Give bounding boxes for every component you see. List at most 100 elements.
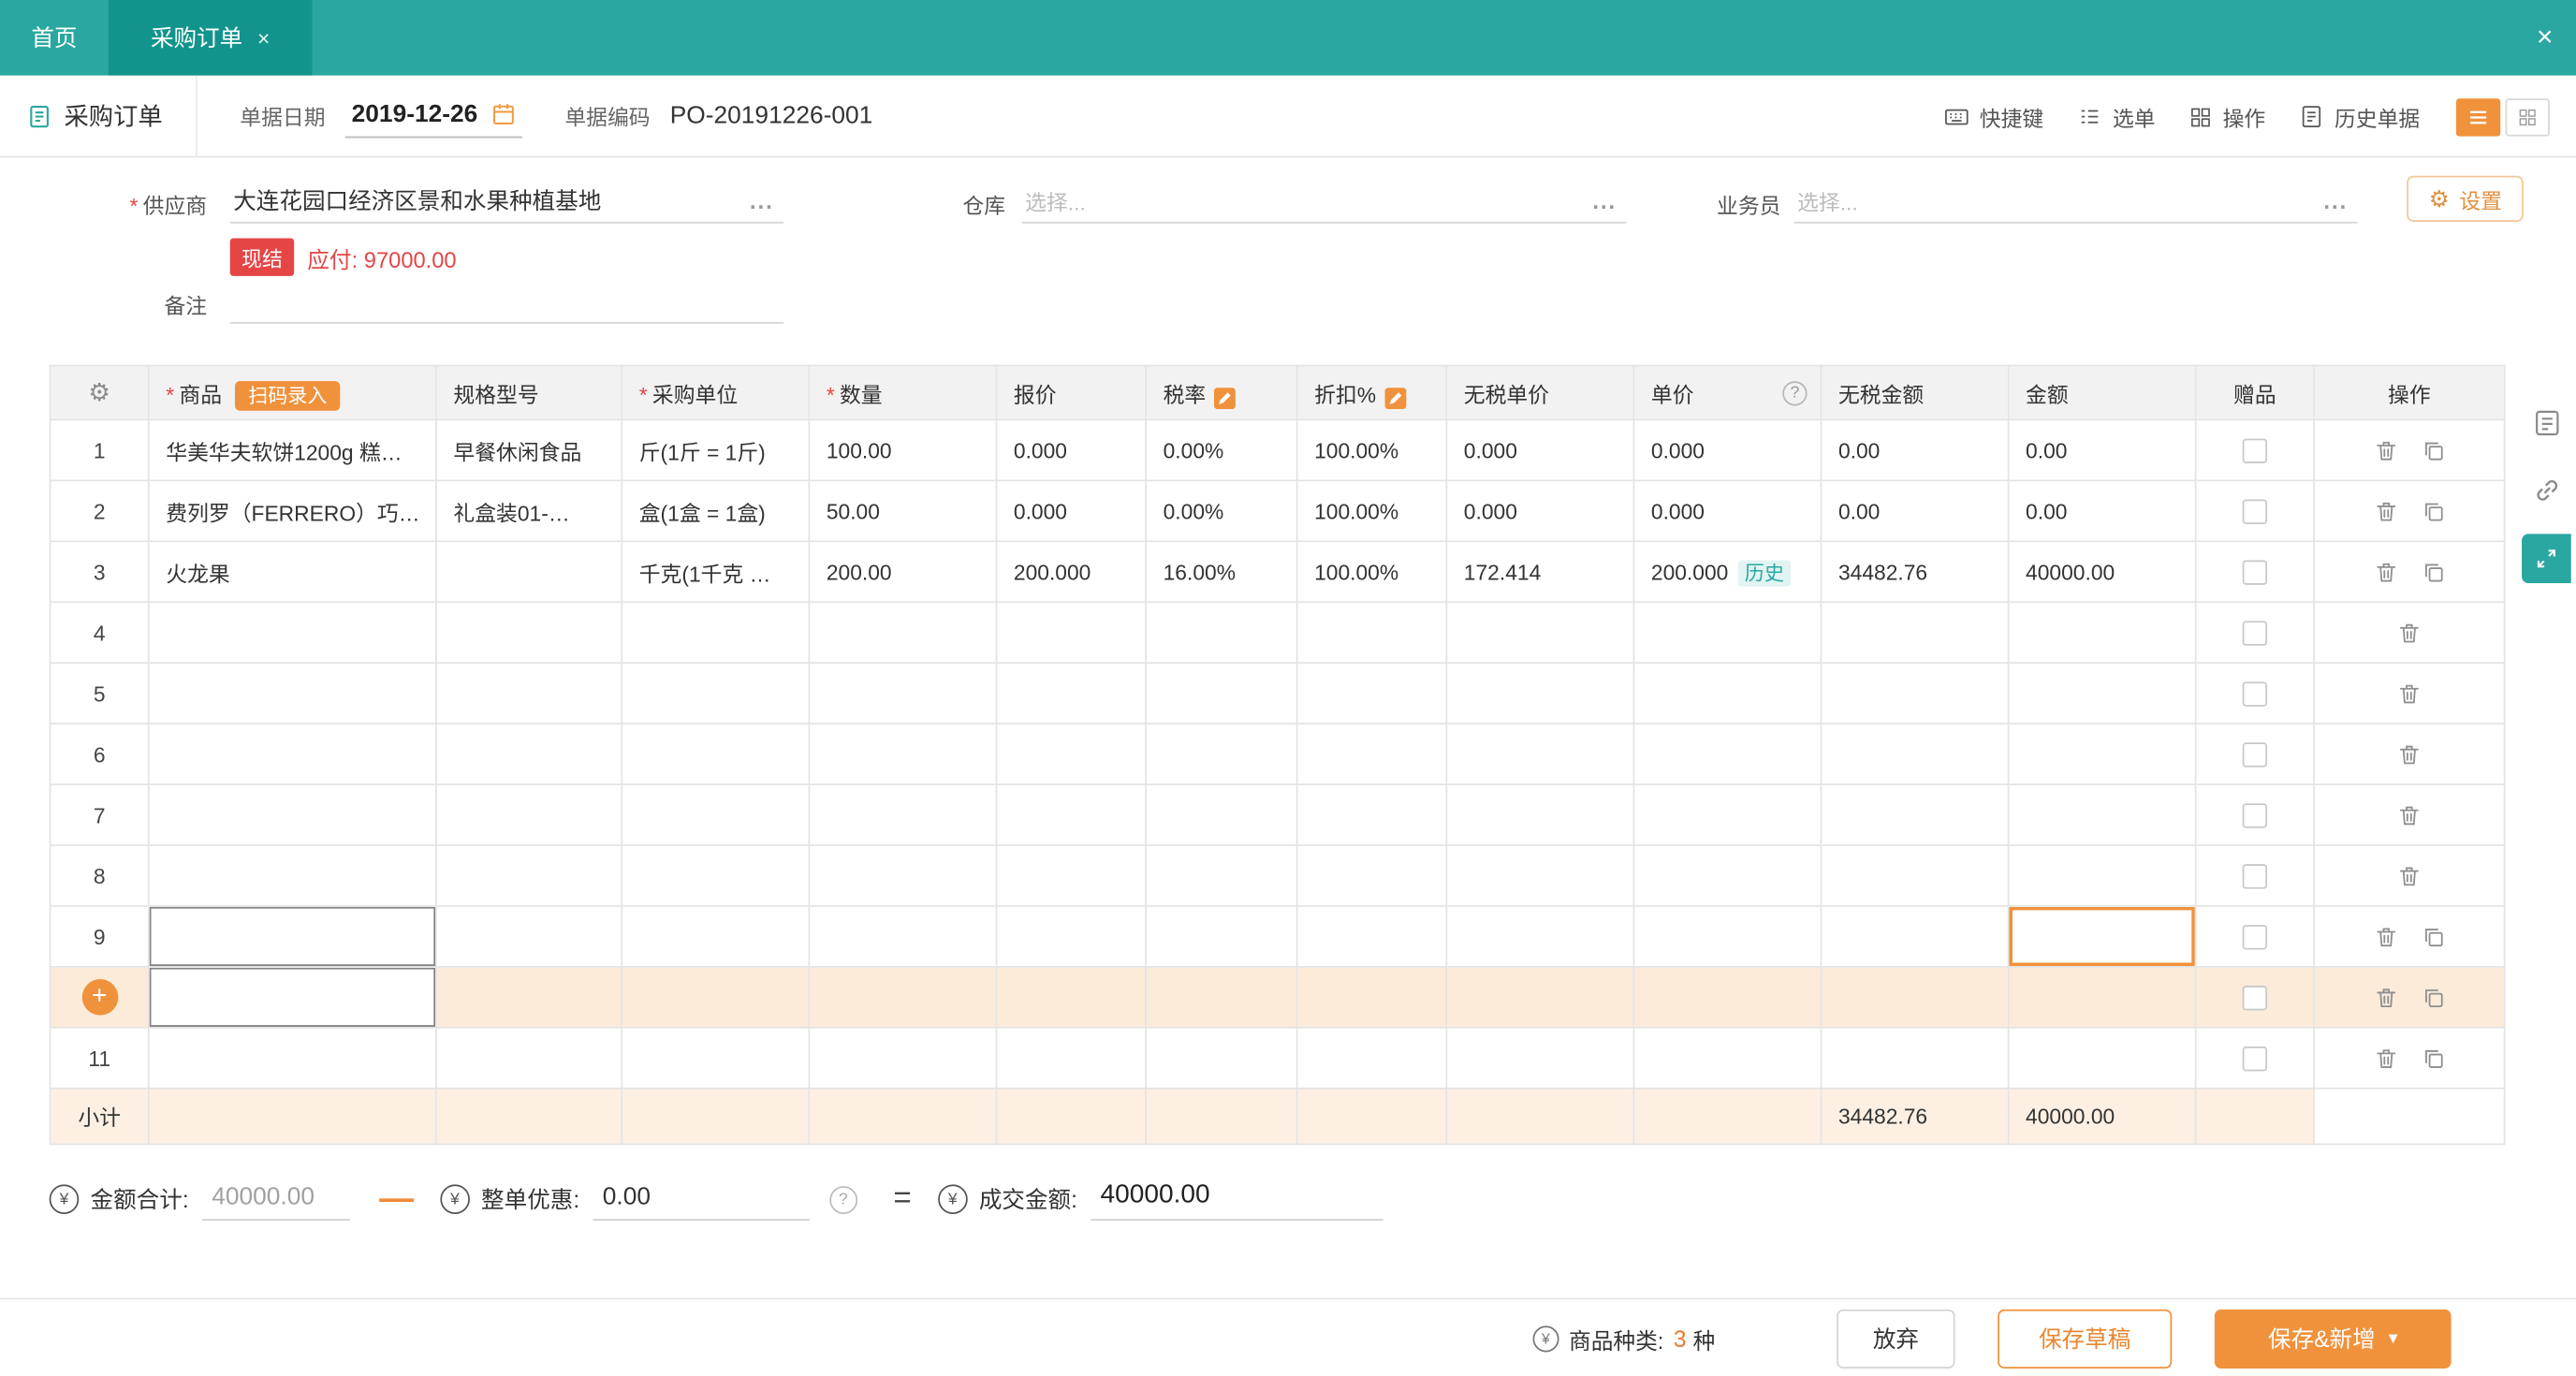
cell-qty[interactable]	[808, 1026, 998, 1090]
cell-qty[interactable]	[808, 662, 998, 725]
cell-unit[interactable]	[621, 1026, 811, 1090]
cell-product[interactable]: 火龙果	[147, 540, 437, 604]
cell-notax_amount[interactable]	[1820, 662, 2010, 725]
cell-tax[interactable]	[1145, 965, 1298, 1029]
cell-unit[interactable]: 千克(1千克 …	[621, 540, 811, 604]
cell-notax_price[interactable]	[1445, 844, 1635, 907]
price-history-badge[interactable]: 历史	[1737, 559, 1792, 586]
cell-discount[interactable]	[1295, 601, 1448, 665]
cell-notax_price[interactable]: 0.000	[1445, 479, 1635, 543]
cell-quote[interactable]: 0.000	[995, 479, 1148, 543]
cell-unit[interactable]	[621, 844, 811, 907]
cell-spec[interactable]	[435, 662, 623, 725]
cell-discount[interactable]	[1295, 844, 1448, 907]
gift-checkbox[interactable]	[2242, 803, 2268, 828]
cell-tax[interactable]	[1145, 844, 1298, 907]
cell-spec[interactable]	[435, 783, 623, 846]
cell-qty[interactable]: 100.00	[808, 418, 998, 482]
cell-notax_amount[interactable]	[1820, 844, 2010, 907]
cell-tax[interactable]: 16.00%	[1145, 540, 1298, 604]
delete-row-icon[interactable]	[2373, 500, 2397, 524]
copy-row-icon[interactable]	[2421, 500, 2445, 524]
cell-unit[interactable]	[621, 965, 811, 1029]
cell-notax_price[interactable]: 172.414	[1445, 540, 1635, 604]
cell-notax_amount[interactable]	[1820, 905, 2010, 968]
cancel-button[interactable]: 放弃	[1837, 1308, 1955, 1369]
cell-qty[interactable]	[808, 601, 998, 665]
tab-purchase-order[interactable]: 采购订单 ×	[108, 0, 313, 76]
table-settings-icon[interactable]: ⚙	[88, 379, 110, 407]
batch-edit-tax-icon[interactable]	[1214, 387, 1236, 409]
cell-quote[interactable]	[995, 601, 1148, 665]
cell-unit[interactable]: 斤(1斤 = 1斤)	[621, 418, 811, 482]
gift-checkbox[interactable]	[2242, 742, 2268, 768]
cell-spec[interactable]	[435, 844, 623, 907]
doc-type-tab[interactable]: 采购订单	[0, 74, 198, 157]
cell-discount[interactable]: 100.00%	[1295, 418, 1448, 482]
cell-product[interactable]	[147, 723, 437, 785]
cell-amount[interactable]	[2007, 844, 2197, 907]
cell-spec[interactable]	[435, 540, 623, 604]
cell-product[interactable]	[147, 1026, 437, 1090]
cell-quote[interactable]	[995, 905, 1148, 968]
cell-notax_amount[interactable]	[1820, 783, 2010, 846]
add-row-button[interactable]: +	[80, 979, 118, 1016]
gift-checkbox[interactable]	[2242, 1047, 2268, 1072]
cell-product[interactable]: 华美华夫软饼1200g 糕…	[147, 418, 437, 482]
cell-product[interactable]	[147, 783, 437, 846]
cell-price[interactable]	[1632, 1026, 1822, 1090]
gift-checkbox[interactable]	[2242, 986, 2268, 1011]
cell-price[interactable]: 0.000	[1632, 418, 1822, 482]
cell-price[interactable]	[1632, 723, 1822, 785]
copy-row-icon[interactable]	[2421, 439, 2445, 463]
cell-qty[interactable]	[808, 723, 998, 785]
delete-row-icon[interactable]	[2373, 439, 2397, 463]
copy-row-icon[interactable]	[2421, 561, 2445, 585]
cell-quote[interactable]	[995, 783, 1148, 846]
gift-checkbox[interactable]	[2242, 681, 2268, 707]
window-close-icon[interactable]: ×	[2537, 0, 2553, 76]
cell-notax_price[interactable]: 0.000	[1445, 418, 1635, 482]
cell-product[interactable]	[147, 905, 437, 968]
cell-price[interactable]: 200.000 历史	[1632, 540, 1822, 604]
cell-price[interactable]	[1632, 844, 1822, 907]
cell-discount[interactable]: 100.00%	[1295, 479, 1448, 543]
supplier-more-icon[interactable]: ...	[750, 187, 774, 213]
cell-notax_price[interactable]	[1445, 723, 1635, 785]
order-discount-input[interactable]: 0.00	[593, 1178, 810, 1221]
cell-discount[interactable]	[1295, 783, 1448, 846]
cell-product[interactable]	[147, 844, 437, 907]
cell-notax_amount[interactable]	[1820, 1026, 2010, 1090]
menu-button[interactable]: 选单	[2076, 101, 2156, 132]
cell-notax_price[interactable]	[1445, 1026, 1635, 1090]
cell-spec[interactable]	[435, 965, 623, 1029]
shortcuts-button[interactable]: 快捷键	[1943, 101, 2043, 132]
scan-input-button[interactable]: 扫码录入	[235, 380, 341, 410]
cell-quote[interactable]	[995, 965, 1148, 1029]
tab-close-icon[interactable]: ×	[257, 25, 270, 50]
cell-tax[interactable]	[1145, 723, 1298, 785]
copy-row-icon[interactable]	[2421, 1047, 2445, 1071]
cell-spec[interactable]: 礼盒装01-…	[435, 479, 623, 543]
gift-checkbox[interactable]	[2242, 925, 2268, 950]
copy-row-icon[interactable]	[2421, 986, 2445, 1010]
cell-amount[interactable]: 0.00	[2007, 479, 2197, 543]
cell-tax[interactable]: 0.00%	[1145, 418, 1298, 482]
cell-unit[interactable]	[621, 723, 811, 785]
cell-amount[interactable]	[2007, 905, 2197, 968]
cell-tax[interactable]	[1145, 1026, 1298, 1090]
cell-notax_price[interactable]	[1445, 965, 1635, 1029]
cell-discount[interactable]	[1295, 965, 1448, 1029]
cell-notax_price[interactable]	[1445, 905, 1635, 968]
cell-notax_price[interactable]	[1445, 783, 1635, 846]
remark-input[interactable]	[229, 279, 784, 324]
cell-spec[interactable]	[435, 723, 623, 785]
cell-product[interactable]: 费列罗（FERRERO）巧…	[147, 479, 437, 543]
delete-row-icon[interactable]	[2397, 742, 2422, 767]
cell-tax[interactable]	[1145, 601, 1298, 665]
cell-tax[interactable]	[1145, 905, 1298, 968]
cell-qty[interactable]: 200.00	[808, 540, 998, 604]
cell-qty[interactable]	[808, 844, 998, 907]
salesman-more-icon[interactable]: ...	[2323, 187, 2348, 213]
cell-quote[interactable]	[995, 723, 1148, 785]
